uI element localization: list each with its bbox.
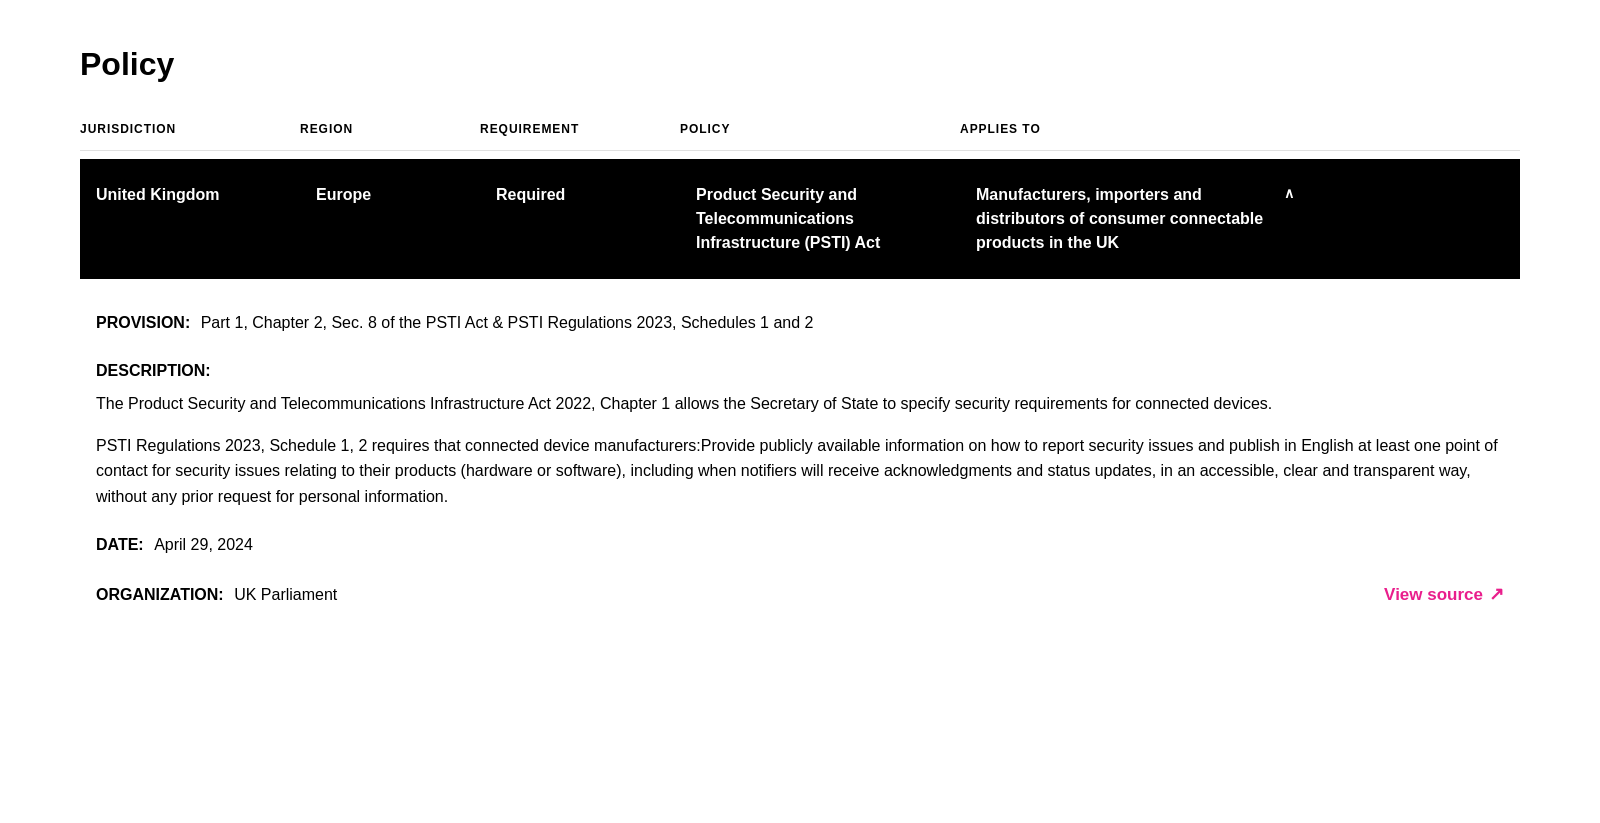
chevron-up-icon[interactable]: ∧: [1284, 183, 1294, 204]
organization-value: UK Parliament: [234, 586, 337, 603]
date-label: DATE:: [96, 536, 144, 553]
organization-row: ORGANIZATION: UK Parliament View source …: [96, 581, 1504, 608]
header-requirement: REQUIREMENT: [480, 120, 680, 138]
page-title: Policy: [80, 40, 1520, 88]
provision-label: PROVISION:: [96, 314, 190, 331]
cell-applies-to: Manufacturers, importers and distributor…: [960, 183, 1310, 255]
table-row[interactable]: United Kingdom Europe Required Product S…: [80, 159, 1520, 279]
organization-label: ORGANIZATION:: [96, 586, 224, 603]
detail-section: PROVISION: Part 1, Chapter 2, Sec. 8 of …: [80, 279, 1520, 608]
description-text-2: PSTI Regulations 2023, Schedule 1, 2 req…: [96, 433, 1504, 510]
view-source-button[interactable]: View source ↗: [1384, 581, 1504, 608]
cell-requirement: Required: [480, 183, 680, 207]
description-label: DESCRIPTION:: [96, 359, 1504, 383]
view-source-label: View source: [1384, 582, 1483, 608]
policy-table: JURISDICTION REGION REQUIREMENT POLICY A…: [80, 120, 1520, 279]
external-link-icon: ↗: [1489, 581, 1504, 608]
bottom-details: DATE: April 29, 2024 ORGANIZATION: UK Pa…: [96, 533, 1504, 608]
header-policy: POLICY: [680, 120, 960, 138]
date-row: DATE: April 29, 2024: [96, 533, 1504, 557]
provision-row: PROVISION: Part 1, Chapter 2, Sec. 8 of …: [96, 311, 1504, 335]
cell-jurisdiction: United Kingdom: [80, 183, 300, 207]
header-region: REGION: [300, 120, 480, 138]
cell-policy: Product Security and Telecommunications …: [680, 183, 960, 255]
header-jurisdiction: JURISDICTION: [80, 120, 300, 138]
date-value: April 29, 2024: [154, 536, 253, 553]
description-text-1: The Product Security and Telecommunicati…: [96, 391, 1504, 417]
table-header: JURISDICTION REGION REQUIREMENT POLICY A…: [80, 120, 1520, 151]
cell-region: Europe: [300, 183, 480, 207]
description-block: DESCRIPTION: The Product Security and Te…: [96, 359, 1504, 509]
header-applies-to: APPLIES TO: [960, 120, 1310, 138]
provision-value: Part 1, Chapter 2, Sec. 8 of the PSTI Ac…: [201, 314, 814, 331]
